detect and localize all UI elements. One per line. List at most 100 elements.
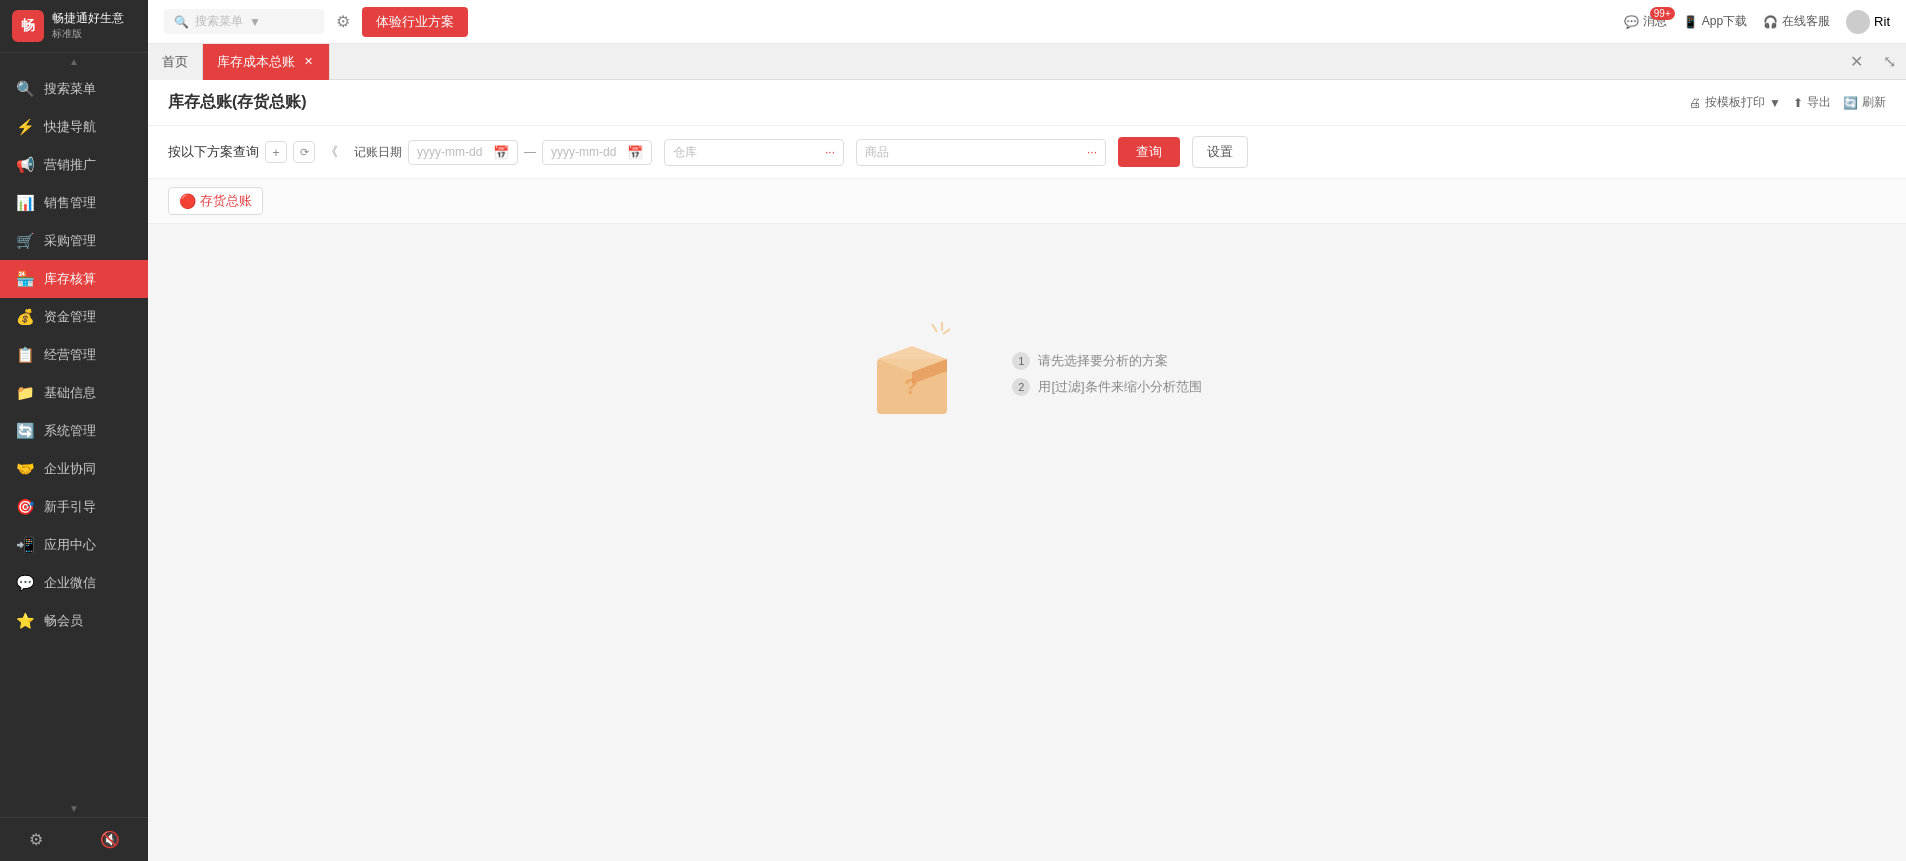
print-label: 按模板打印 <box>1705 94 1765 111</box>
scheme-tag[interactable]: 🔴 存货总账 <box>168 187 263 215</box>
sidebar-item-system[interactable]: 🔄 系统管理 <box>0 412 148 450</box>
hint-text-1: 请先选择要分析的方案 <box>1038 352 1168 370</box>
sidebar-item-label: 采购管理 <box>44 232 96 250</box>
customer-service-button[interactable]: 🎧 在线客服 <box>1763 13 1830 30</box>
message-button[interactable]: 💬 消息 99+ <box>1624 13 1667 30</box>
sidebar-item-quick-nav[interactable]: ⚡ 快捷导航 <box>0 108 148 146</box>
top-header: 🔍 搜索菜单 ▼ ⚙ 体验行业方案 💬 消息 99+ 📱 App下载 🎧 在线客… <box>148 0 1906 44</box>
tab-bar: 首页 库存成本总账 ✕ ✕ ⤡ <box>148 44 1906 80</box>
settings-bottom-icon[interactable]: ⚙ <box>25 826 47 853</box>
headset-icon: 🎧 <box>1763 15 1778 29</box>
filter-reset-button[interactable]: ⟳ <box>293 141 315 163</box>
sidebar-item-label: 快捷导航 <box>44 118 96 136</box>
export-icon: ⬆ <box>1793 96 1803 110</box>
tab-home[interactable]: 首页 <box>148 44 203 80</box>
quick-nav-icon: ⚡ <box>16 118 34 136</box>
settings-header-icon[interactable]: ⚙ <box>336 12 350 31</box>
sidebar-item-label: 搜索菜单 <box>44 80 96 98</box>
user-avatar <box>1846 10 1870 34</box>
date-to-input[interactable]: yyyy-mm-dd 📅 <box>542 140 652 165</box>
search-menu-icon: 🔍 <box>16 80 34 98</box>
basic-info-icon: 📁 <box>16 384 34 402</box>
tab-close-icon[interactable]: ✕ <box>301 55 315 69</box>
settings-button[interactable]: 设置 <box>1192 136 1248 168</box>
dropdown-icon: ▼ <box>249 15 261 29</box>
inventory-icon: 🏪 <box>16 270 34 288</box>
inventory-ledger-tab-label: 库存成本总账 <box>217 53 295 71</box>
system-icon: 🔄 <box>16 422 34 440</box>
customer-service-label: 在线客服 <box>1782 13 1830 30</box>
tab-panel-close-button[interactable]: ✕ <box>1840 52 1873 71</box>
sidebar-item-finance[interactable]: 💰 资金管理 <box>0 298 148 336</box>
calendar-to-icon[interactable]: 📅 <box>627 145 643 160</box>
tab-inventory-ledger[interactable]: 库存成本总账 ✕ <box>203 44 330 80</box>
scroll-up-button[interactable]: ▲ <box>69 53 79 70</box>
refresh-label: 刷新 <box>1862 94 1886 111</box>
product-input[interactable]: 商品 ··· <box>856 139 1106 166</box>
sidebar-item-label: 销售管理 <box>44 194 96 212</box>
export-action[interactable]: ⬆ 导出 <box>1793 94 1831 111</box>
scroll-arrow-down[interactable]: ▼ <box>0 800 148 817</box>
sidebar-item-purchase[interactable]: 🛒 采购管理 <box>0 222 148 260</box>
scheme-tag-icon: 🔴 <box>179 193 196 209</box>
purchase-icon: 🛒 <box>16 232 34 250</box>
calendar-from-icon[interactable]: 📅 <box>493 145 509 160</box>
user-avatar-area[interactable]: Rit <box>1846 10 1890 34</box>
app-download-button[interactable]: 📱 App下载 <box>1683 13 1747 30</box>
empty-svg: ? <box>852 304 972 424</box>
scroll-down-button[interactable]: ▼ <box>69 800 79 817</box>
sidebar-item-vip[interactable]: ⭐ 畅会员 <box>0 602 148 640</box>
filter-label: 按以下方案查询 <box>168 143 259 161</box>
sales-icon: 📊 <box>16 194 34 212</box>
refresh-action[interactable]: 🔄 刷新 <box>1843 94 1886 111</box>
hint-item-2: 2 用[过滤]条件来缩小分析范围 <box>1012 378 1201 396</box>
tab-expand-button[interactable]: ⤡ <box>1873 52 1906 71</box>
export-label: 导出 <box>1807 94 1831 111</box>
mute-bottom-icon[interactable]: 🔇 <box>96 826 124 853</box>
message-badge: 99+ <box>1650 7 1675 20</box>
message-icon: 💬 <box>1624 15 1639 29</box>
query-button[interactable]: 查询 <box>1118 137 1180 167</box>
sidebar-item-app-center[interactable]: 📲 应用中心 <box>0 526 148 564</box>
logo-icon: 畅 <box>12 10 44 42</box>
sidebar-item-enterprise[interactable]: 🤝 企业协同 <box>0 450 148 488</box>
sidebar-bottom: ⚙ 🔇 <box>0 817 148 861</box>
search-icon: 🔍 <box>174 15 189 29</box>
hint-text-2: 用[过滤]条件来缩小分析范围 <box>1038 378 1201 396</box>
filter-collapse-button[interactable]: 《 <box>321 141 342 163</box>
sidebar-item-marketing[interactable]: 📢 营销推广 <box>0 146 148 184</box>
scroll-arrow-up[interactable]: ▲ <box>0 53 148 70</box>
warehouse-input[interactable]: 仓库 ··· <box>664 139 844 166</box>
date-to-placeholder: yyyy-mm-dd <box>551 145 616 159</box>
filter-add-button[interactable]: + <box>265 141 287 163</box>
phone-icon: 📱 <box>1683 15 1698 29</box>
svg-text:?: ? <box>904 374 917 399</box>
sidebar-item-label: 畅会员 <box>44 612 83 630</box>
sidebar-item-wechat[interactable]: 💬 企业微信 <box>0 564 148 602</box>
date-from-input[interactable]: yyyy-mm-dd 📅 <box>408 140 518 165</box>
sidebar-item-basic-info[interactable]: 📁 基础信息 <box>0 374 148 412</box>
date-from-placeholder: yyyy-mm-dd <box>417 145 482 159</box>
svg-line-3 <box>932 324 937 332</box>
sidebar-item-search-menu[interactable]: 🔍 搜索菜单 <box>0 70 148 108</box>
hint-num-1: 1 <box>1012 352 1030 370</box>
sidebar-item-inventory[interactable]: 🏪 库存核算 <box>0 260 148 298</box>
sidebar-item-label: 系统管理 <box>44 422 96 440</box>
sidebar-item-label: 资金管理 <box>44 308 96 326</box>
sidebar-item-sales[interactable]: 📊 销售管理 <box>0 184 148 222</box>
date-filter-group: 记账日期 yyyy-mm-dd 📅 — yyyy-mm-dd 📅 <box>354 140 652 165</box>
industry-solution-button[interactable]: 体验行业方案 <box>362 7 468 37</box>
app-download-label: App下载 <box>1702 13 1747 30</box>
sidebar-item-newcomer[interactable]: 🎯 新手引导 <box>0 488 148 526</box>
warehouse-more-icon[interactable]: ··· <box>825 145 835 159</box>
empty-state: ? 1 请先选择要分析的方案 2 用[过滤]条件来缩小分析范围 <box>148 224 1906 524</box>
logo-text-area: 畅捷通好生意 标准版 <box>52 11 124 41</box>
product-more-icon[interactable]: ··· <box>1087 145 1097 159</box>
print-action[interactable]: 🖨 按模板打印 ▼ <box>1689 94 1781 111</box>
wechat-icon: 💬 <box>16 574 34 592</box>
sidebar-item-operation[interactable]: 📋 经营管理 <box>0 336 148 374</box>
header-search-area[interactable]: 🔍 搜索菜单 ▼ <box>164 9 324 34</box>
hint-item-1: 1 请先选择要分析的方案 <box>1012 352 1201 370</box>
app-logo: 畅 畅捷通好生意 标准版 <box>0 0 148 53</box>
sidebar-item-label: 应用中心 <box>44 536 96 554</box>
